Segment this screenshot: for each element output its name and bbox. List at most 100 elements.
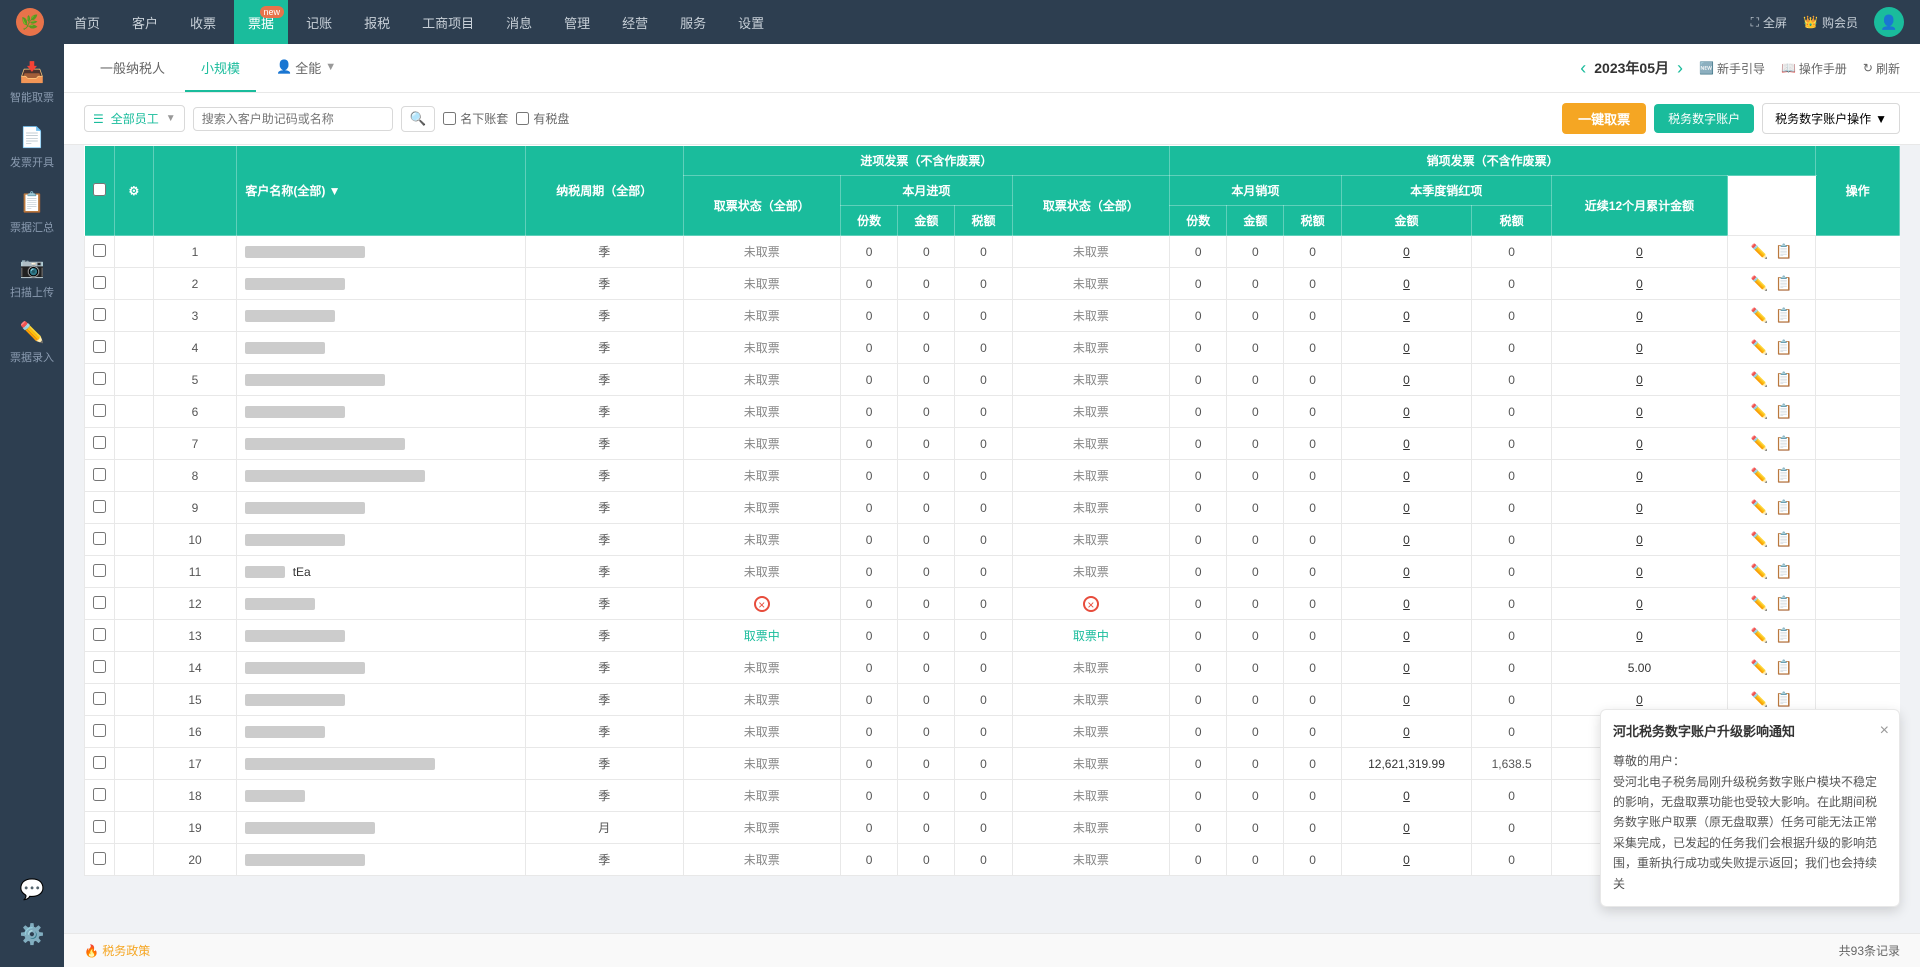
new-guide-btn[interactable]: 🆕 新手引导 <box>1699 60 1765 77</box>
row-client-name[interactable] <box>237 460 526 492</box>
edit-icon[interactable]: ✏️ <box>1751 627 1768 643</box>
row-checkbox[interactable] <box>93 820 106 833</box>
edit-icon[interactable]: ✏️ <box>1751 531 1768 547</box>
row-out-status[interactable]: 未取票 <box>1012 716 1170 748</box>
row-in-status[interactable]: 未取票 <box>683 268 841 300</box>
nav-tax[interactable]: 报税 <box>350 0 404 44</box>
copy-icon[interactable]: 📋 <box>1775 307 1792 323</box>
policy-link[interactable]: 🔥 税务政策 <box>84 942 150 959</box>
row-client-name[interactable] <box>237 588 526 620</box>
edit-icon[interactable]: ✏️ <box>1751 339 1768 355</box>
row-in-status[interactable]: 未取票 <box>683 716 841 748</box>
row-client-name[interactable] <box>237 524 526 556</box>
fullscreen-btn[interactable]: ⛶ 全屏 <box>1751 14 1787 31</box>
copy-icon[interactable]: 📋 <box>1775 499 1792 515</box>
row-out-status[interactable]: 未取票 <box>1012 844 1170 876</box>
row-out-status[interactable]: 未取票 <box>1012 492 1170 524</box>
row-in-status[interactable]: 取票中 <box>683 620 841 652</box>
sidebar-item-config[interactable]: ⚙️ <box>4 914 60 955</box>
notification-close-btn[interactable]: × <box>1880 718 1889 744</box>
sidebar-item-entry[interactable]: ✏️ 票据录入 <box>4 312 60 373</box>
copy-icon[interactable]: 📋 <box>1775 275 1792 291</box>
sidebar-item-summary[interactable]: 📋 票据汇总 <box>4 182 60 243</box>
date-prev-btn[interactable]: ‹ <box>1580 58 1586 79</box>
th-in-fetch-status[interactable]: 取票状态（全部） <box>683 176 841 236</box>
date-next-btn[interactable]: › <box>1677 58 1683 79</box>
nav-receipt[interactable]: 收票 <box>176 0 230 44</box>
row-checkbox[interactable] <box>93 756 106 769</box>
row-in-status[interactable]: 未取票 <box>683 780 841 812</box>
edit-icon[interactable]: ✏️ <box>1751 371 1768 387</box>
edit-icon[interactable]: ✏️ <box>1751 403 1768 419</box>
row-client-name[interactable] <box>237 364 526 396</box>
nav-invoice[interactable]: 票据 new <box>234 0 288 44</box>
row-checkbox[interactable] <box>93 308 106 321</box>
row-client-name[interactable] <box>237 716 526 748</box>
row-in-status[interactable]: × <box>683 588 841 620</box>
nav-manage[interactable]: 管理 <box>550 0 604 44</box>
nav-business[interactable]: 工商项目 <box>408 0 488 44</box>
copy-icon[interactable]: 📋 <box>1775 627 1792 643</box>
row-in-status[interactable]: 未取票 <box>683 492 841 524</box>
nav-message[interactable]: 消息 <box>492 0 546 44</box>
row-checkbox[interactable] <box>93 436 106 449</box>
row-out-status[interactable]: 未取票 <box>1012 396 1170 428</box>
edit-icon[interactable]: ✏️ <box>1751 243 1768 259</box>
row-in-status[interactable]: 未取票 <box>683 300 841 332</box>
nav-service[interactable]: 服务 <box>666 0 720 44</box>
copy-icon[interactable]: 📋 <box>1775 243 1792 259</box>
edit-icon[interactable]: ✏️ <box>1751 595 1768 611</box>
row-checkbox[interactable] <box>93 244 106 257</box>
row-in-status[interactable]: 未取票 <box>683 428 841 460</box>
you-shui-checkbox[interactable] <box>516 112 529 125</box>
row-out-status[interactable]: × <box>1012 588 1170 620</box>
row-out-status[interactable]: 未取票 <box>1012 236 1170 268</box>
row-client-name[interactable] <box>237 780 526 812</box>
row-client-name[interactable] <box>237 812 526 844</box>
th-client-name[interactable]: 客户名称(全部) ▼ <box>237 146 526 236</box>
row-out-status[interactable]: 未取票 <box>1012 428 1170 460</box>
sidebar-item-chat[interactable]: 💬 <box>4 869 60 910</box>
sidebar-item-invoice-open[interactable]: 📄 发票开具 <box>4 117 60 178</box>
row-client-name[interactable] <box>237 236 526 268</box>
copy-icon[interactable]: 📋 <box>1775 595 1792 611</box>
row-client-name[interactable] <box>237 748 526 780</box>
row-in-status[interactable]: 未取票 <box>683 524 841 556</box>
row-client-name[interactable] <box>237 620 526 652</box>
row-out-status[interactable]: 未取票 <box>1012 748 1170 780</box>
row-in-status[interactable]: 未取票 <box>683 332 841 364</box>
row-checkbox[interactable] <box>93 660 106 673</box>
row-checkbox[interactable] <box>93 372 106 385</box>
search-input[interactable] <box>193 107 393 131</box>
row-client-name[interactable] <box>237 684 526 716</box>
user-avatar[interactable]: 👤 <box>1874 7 1904 37</box>
th-out-fetch-status[interactable]: 取票状态（全部） <box>1012 176 1170 236</box>
row-checkbox[interactable] <box>93 628 106 641</box>
row-client-name[interactable] <box>237 332 526 364</box>
row-client-name[interactable]: tEa <box>237 556 526 588</box>
row-in-status[interactable]: 未取票 <box>683 556 841 588</box>
row-client-name[interactable] <box>237 396 526 428</box>
row-checkbox[interactable] <box>93 596 106 609</box>
row-checkbox[interactable] <box>93 564 106 577</box>
row-out-status[interactable]: 未取票 <box>1012 556 1170 588</box>
tax-digital-ops-btn[interactable]: 税务数字账户操作 ▼ <box>1762 103 1900 134</box>
row-in-status[interactable]: 未取票 <box>683 812 841 844</box>
edit-icon[interactable]: ✏️ <box>1751 499 1768 515</box>
row-checkbox[interactable] <box>93 340 106 353</box>
copy-icon[interactable]: 📋 <box>1775 531 1792 547</box>
row-out-status[interactable]: 未取票 <box>1012 332 1170 364</box>
row-in-status[interactable]: 未取票 <box>683 684 841 716</box>
edit-icon[interactable]: ✏️ <box>1751 435 1768 451</box>
copy-icon[interactable]: 📋 <box>1775 467 1792 483</box>
edit-icon[interactable]: ✏️ <box>1751 659 1768 675</box>
row-out-status[interactable]: 未取票 <box>1012 300 1170 332</box>
tax-digital-btn[interactable]: 税务数字账户 <box>1654 104 1754 133</box>
row-in-status[interactable]: 未取票 <box>683 844 841 876</box>
row-checkbox[interactable] <box>93 468 106 481</box>
edit-icon[interactable]: ✏️ <box>1751 691 1768 707</box>
copy-icon[interactable]: 📋 <box>1775 403 1792 419</box>
edit-icon[interactable]: ✏️ <box>1751 467 1768 483</box>
member-btn[interactable]: 👑 购会员 <box>1803 14 1858 31</box>
row-out-status[interactable]: 未取票 <box>1012 812 1170 844</box>
